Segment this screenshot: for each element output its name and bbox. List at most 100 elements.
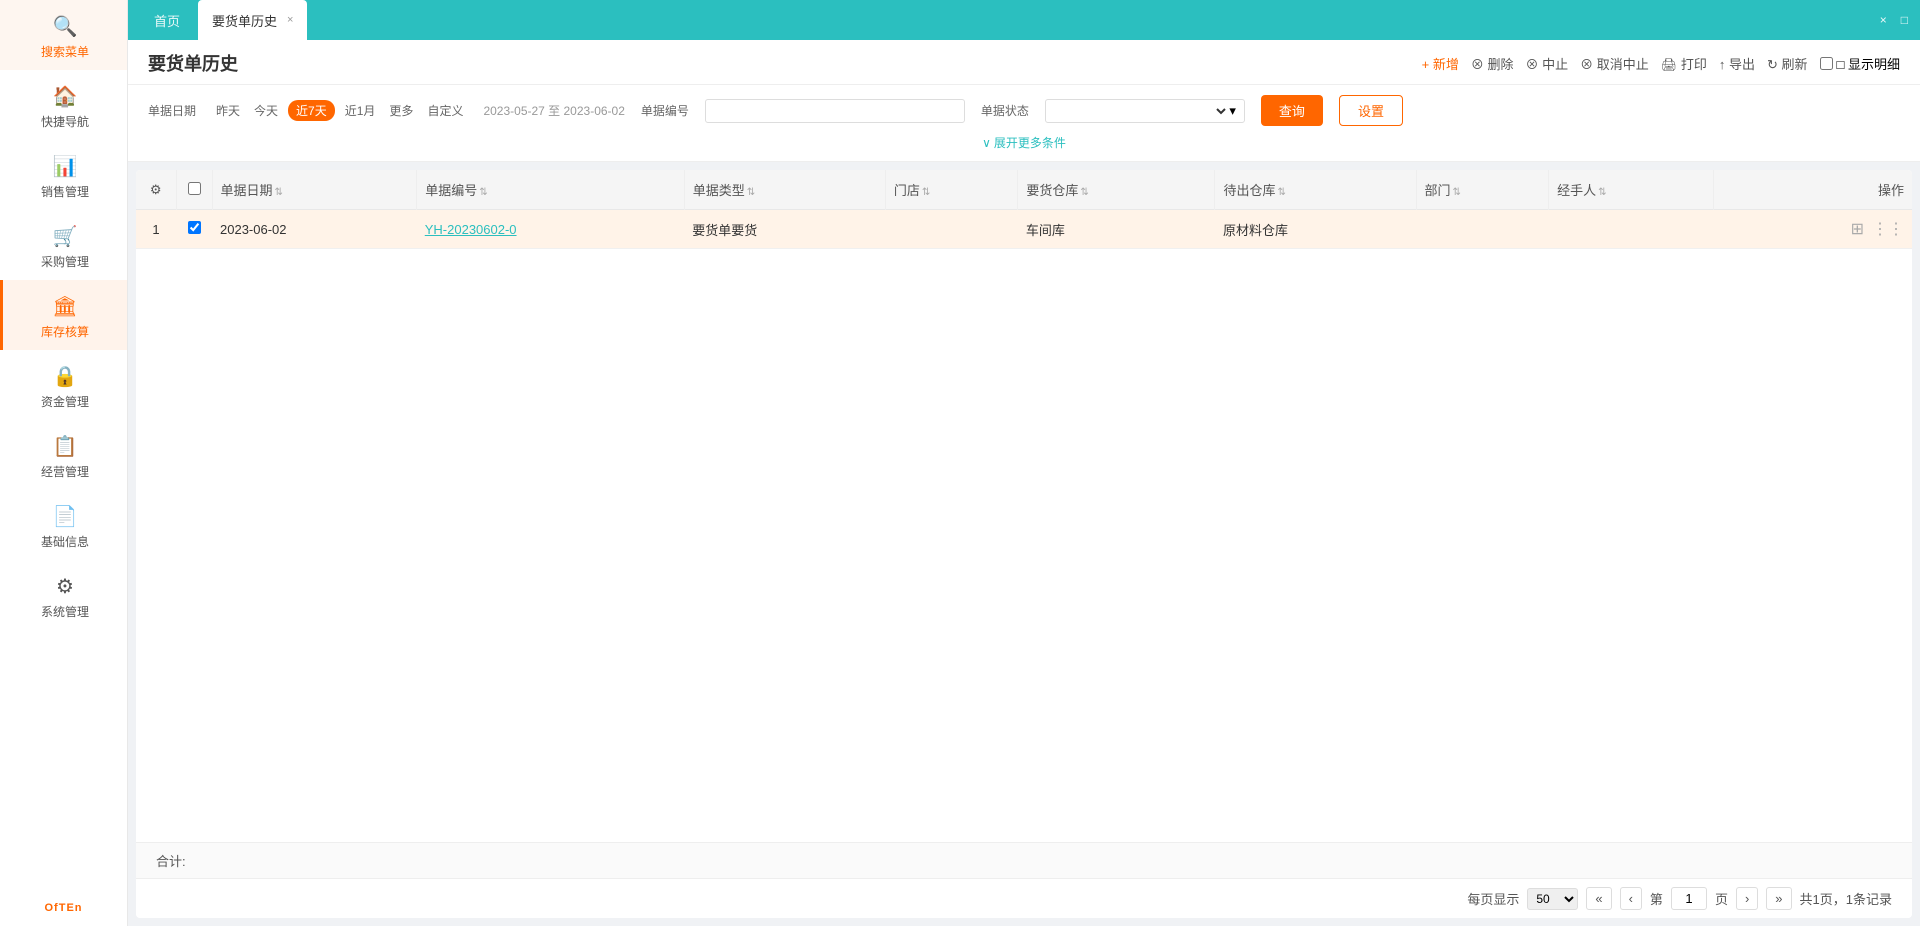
sidebar-item-sales[interactable]: 📊 销售管理 bbox=[0, 140, 127, 210]
cell-reqwarehouse: 车间库 bbox=[1018, 210, 1215, 249]
date-btn-yesterday[interactable]: 昨天 bbox=[212, 100, 244, 121]
sidebar-item-label: 快捷导航 bbox=[41, 113, 89, 130]
cell-dept bbox=[1416, 210, 1549, 249]
footer-total: 合计: bbox=[136, 842, 1912, 878]
col-doctype[interactable]: 单据类型⇅ bbox=[684, 170, 885, 210]
tab-requisition-history[interactable]: 要货单历史 × bbox=[198, 0, 307, 40]
sort-pendingwh-icon: ⇅ bbox=[1277, 187, 1285, 198]
settings-button[interactable]: 设置 bbox=[1339, 95, 1403, 126]
col-settings[interactable]: ⚙ bbox=[136, 170, 176, 210]
per-page-select[interactable]: 20 50 100 200 bbox=[1527, 888, 1578, 910]
new-btn[interactable]: + 新增 bbox=[1422, 54, 1459, 73]
col-dept[interactable]: 部门⇅ bbox=[1416, 170, 1549, 210]
cell-doctype: 要货单要货 bbox=[684, 210, 885, 249]
col-reqwarehouse[interactable]: 要货仓库⇅ bbox=[1018, 170, 1215, 210]
date-btn-last7days[interactable]: 近7天 bbox=[288, 100, 335, 121]
row-checkbox[interactable] bbox=[188, 221, 201, 234]
tab-requisition-label: 要货单历史 bbox=[212, 11, 277, 30]
docno-link[interactable]: YH-20230602-0 bbox=[425, 222, 517, 237]
date-btn-lastmonth[interactable]: 近1月 bbox=[341, 100, 380, 121]
date-btn-more[interactable]: 更多 bbox=[385, 100, 417, 121]
sidebar-item-purchase[interactable]: 🛒 采购管理 bbox=[0, 210, 127, 280]
cell-docno[interactable]: YH-20230602-0 bbox=[417, 210, 685, 249]
col-checkbox[interactable] bbox=[176, 170, 212, 210]
sidebar-item-finance[interactable]: 🔒 资金管理 bbox=[0, 350, 127, 420]
sidebar-item-quicknav[interactable]: 🏠 快捷导航 bbox=[0, 70, 127, 140]
top-bar-right: × □ bbox=[1880, 13, 1908, 27]
sort-docno-icon: ⇅ bbox=[479, 187, 487, 198]
expand-filter-btn[interactable]: ∨ 展开更多条件 bbox=[982, 134, 1066, 151]
data-table: ⚙ 单据日期⇅ 单据编号⇅ 单据类型⇅ 门店⇅ 要货仓库⇅ 待出仓库⇅ 部门⇅ … bbox=[136, 170, 1912, 249]
docno-filter-input[interactable] bbox=[705, 99, 965, 123]
sort-date-icon: ⇅ bbox=[275, 187, 283, 198]
cart-icon: 🛒 bbox=[53, 224, 78, 249]
prev-page-btn[interactable]: ‹ bbox=[1620, 887, 1642, 910]
sidebar-item-label: 库存核算 bbox=[41, 323, 89, 340]
sidebar-item-label: 采购管理 bbox=[41, 253, 89, 270]
select-all-checkbox[interactable] bbox=[188, 182, 201, 195]
sidebar-item-basicinfo[interactable]: 📄 基础信息 bbox=[0, 490, 127, 560]
last-page-btn[interactable]: » bbox=[1766, 887, 1791, 910]
col-handler[interactable]: 经手人⇅ bbox=[1549, 170, 1714, 210]
search-icon: 🔍 bbox=[53, 14, 78, 39]
tab-home-label: 首页 bbox=[154, 11, 180, 30]
date-btn-today[interactable]: 今天 bbox=[250, 100, 282, 121]
sidebar-item-label: 系统管理 bbox=[41, 603, 89, 620]
inventory-icon: 🏛 bbox=[52, 294, 77, 319]
page-input[interactable] bbox=[1671, 887, 1707, 910]
col-date[interactable]: 单据日期⇅ bbox=[212, 170, 417, 210]
tab-home[interactable]: 首页 bbox=[140, 0, 194, 40]
cell-checkbox[interactable] bbox=[176, 210, 212, 249]
window-maximize-btn[interactable]: □ bbox=[1901, 13, 1908, 27]
show-detail-checkbox[interactable] bbox=[1820, 57, 1833, 70]
refresh-btn[interactable]: ↻ 刷新 bbox=[1767, 54, 1808, 73]
page-header: 要货单历史 + 新增 ⊗ 删除 ⊗ 中止 ⊗ 取消中止 🖨 打印 ↑ 导出 ↻ … bbox=[128, 40, 1920, 85]
lock-icon: 🔒 bbox=[53, 364, 78, 389]
delete-btn[interactable]: ⊗ 删除 bbox=[1471, 54, 1514, 73]
sidebar-item-label: 销售管理 bbox=[41, 183, 89, 200]
sidebar-item-search[interactable]: 🔍 搜索菜单 bbox=[0, 0, 127, 70]
cell-handler bbox=[1549, 210, 1714, 249]
more-action-icon[interactable]: ⋮⋮ bbox=[1872, 219, 1904, 239]
date-shortcuts: 昨天 今天 近7天 近1月 更多 自定义 bbox=[212, 100, 467, 121]
cell-pendingwarehouse: 原材料仓库 bbox=[1215, 210, 1416, 249]
sort-dept-icon: ⇅ bbox=[1453, 187, 1461, 198]
query-button[interactable]: 查询 bbox=[1261, 95, 1323, 126]
date-btn-custom[interactable]: 自定义 bbox=[423, 100, 467, 121]
main-area: 首页 要货单历史 × × □ 要货单历史 + 新增 ⊗ 删除 ⊗ 中止 ⊗ 取消… bbox=[128, 0, 1920, 926]
table-row[interactable]: 1 2023-06-02 YH-20230602-0 要货单要货 车间库 原材料… bbox=[136, 210, 1912, 249]
export-btn[interactable]: ↑ 导出 bbox=[1719, 54, 1755, 73]
first-page-btn[interactable]: « bbox=[1586, 887, 1611, 910]
sidebar-item-operations[interactable]: 📋 经营管理 bbox=[0, 420, 127, 490]
status-filter-select-wrapper[interactable]: ▾ bbox=[1045, 99, 1245, 123]
stop-btn[interactable]: ⊗ 中止 bbox=[1526, 54, 1569, 73]
print-btn[interactable]: 🖨 打印 bbox=[1661, 54, 1707, 73]
cell-date: 2023-06-02 bbox=[212, 210, 417, 249]
window-close-btn[interactable]: × bbox=[1880, 13, 1887, 27]
col-docno[interactable]: 单据编号⇅ bbox=[417, 170, 685, 210]
cancel-stop-btn[interactable]: ⊗ 取消中止 bbox=[1580, 54, 1649, 73]
next-page-btn[interactable]: › bbox=[1736, 887, 1758, 910]
view-action-icon[interactable]: ⊞ bbox=[1851, 219, 1864, 239]
page-title: 要货单历史 bbox=[148, 50, 238, 76]
content: 要货单历史 + 新增 ⊗ 删除 ⊗ 中止 ⊗ 取消中止 🖨 打印 ↑ 导出 ↻ … bbox=[128, 40, 1920, 926]
tab-close-icon[interactable]: × bbox=[287, 14, 293, 26]
filter-row-1: 单据日期 昨天 今天 近7天 近1月 更多 自定义 2023-05-27 至 2… bbox=[148, 95, 1900, 126]
expand-arrow-icon: ∨ bbox=[982, 136, 991, 150]
table-header-row: ⚙ 单据日期⇅ 单据编号⇅ 单据类型⇅ 门店⇅ 要货仓库⇅ 待出仓库⇅ 部门⇅ … bbox=[136, 170, 1912, 210]
sidebar-item-system[interactable]: ⚙ 系统管理 bbox=[0, 560, 127, 630]
sidebar-item-label: 基础信息 bbox=[41, 533, 89, 550]
status-filter-select[interactable] bbox=[1054, 103, 1229, 119]
home-icon: 🏠 bbox=[53, 84, 78, 109]
clipboard-icon: 📋 bbox=[53, 434, 78, 459]
table-scroll[interactable]: ⚙ 单据日期⇅ 单据编号⇅ 单据类型⇅ 门店⇅ 要货仓库⇅ 待出仓库⇅ 部门⇅ … bbox=[136, 170, 1912, 842]
sidebar-item-inventory[interactable]: 🏛 库存核算 bbox=[0, 280, 127, 350]
show-detail-toggle[interactable]: □ 显示明细 bbox=[1820, 54, 1900, 73]
show-detail-label: □ 显示明细 bbox=[1837, 54, 1900, 73]
sidebar-item-label: 搜索菜单 bbox=[41, 43, 89, 60]
col-store[interactable]: 门店⇅ bbox=[885, 170, 1018, 210]
date-filter-label: 单据日期 bbox=[148, 102, 196, 119]
docno-filter-label: 单据编号 bbox=[641, 102, 689, 119]
col-pendingwarehouse[interactable]: 待出仓库⇅ bbox=[1215, 170, 1416, 210]
sort-store-icon: ⇅ bbox=[922, 187, 930, 198]
